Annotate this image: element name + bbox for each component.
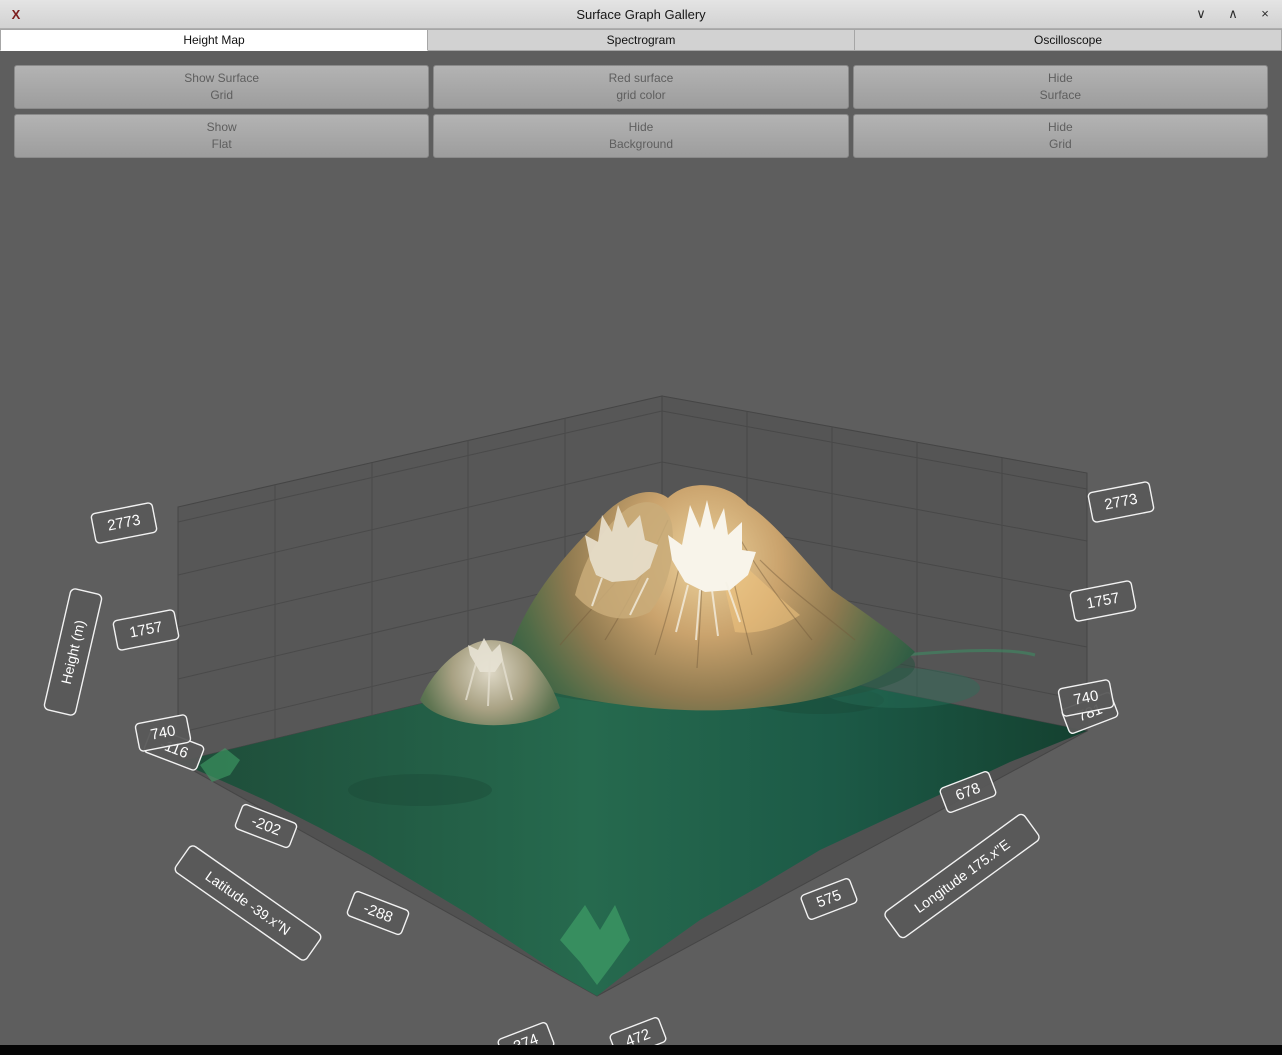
latitude-tick-label: -288: [346, 890, 409, 935]
button-label: Hide: [629, 119, 654, 136]
app-window: Height (m) -116 -202 -288 Latitude -39.x…: [0, 0, 1282, 1055]
button-label: Hide: [1048, 119, 1073, 136]
hide-background-button[interactable]: Hide Background: [433, 114, 848, 158]
titlebar[interactable]: X Surface Graph Gallery ∨ ∧ ×: [0, 0, 1282, 29]
button-label: grid color: [616, 87, 665, 104]
red-surface-grid-color-button[interactable]: Red surface grid color: [433, 65, 848, 109]
longitude-tick-label: 575: [800, 878, 858, 921]
close-icon[interactable]: ×: [1256, 6, 1274, 22]
height-axis-title: Height (m): [43, 588, 102, 716]
window-title: Surface Graph Gallery: [0, 7, 1282, 22]
show-surface-grid-button[interactable]: Show Surface Grid: [14, 65, 429, 109]
height-tick-label: 2773: [91, 502, 158, 543]
tab-bar: Height Map Spectrogram Oscilloscope: [0, 29, 1282, 51]
button-label: Background: [609, 136, 673, 153]
button-label: Show Surface: [184, 70, 259, 87]
button-label: Surface: [1040, 87, 1081, 104]
svg-text:Latitude -39.x"N: Latitude -39.x"N: [202, 868, 293, 938]
button-label: Flat: [212, 136, 232, 153]
height-tick-label: 2773: [1088, 481, 1155, 522]
tab-oscilloscope[interactable]: Oscilloscope: [855, 29, 1282, 51]
button-label: Grid: [210, 87, 233, 104]
hide-surface-button[interactable]: Hide Surface: [853, 65, 1268, 109]
button-label: Red surface: [609, 70, 674, 87]
tab-spectrogram[interactable]: Spectrogram: [428, 29, 855, 51]
latitude-axis-title: Latitude -39.x"N: [173, 844, 322, 962]
bottom-edge-bar: [0, 1045, 1282, 1055]
svg-text:Longitude 175.x"E: Longitude 175.x"E: [911, 836, 1013, 916]
control-button-grid: Show Surface Grid Red surface grid color…: [0, 51, 1282, 158]
maximize-icon[interactable]: ∧: [1224, 6, 1242, 22]
height-tick-label: 1757: [113, 609, 180, 650]
button-label: Grid: [1049, 136, 1072, 153]
hide-grid-button[interactable]: Hide Grid: [853, 114, 1268, 158]
surface-plot-3d[interactable]: Height (m) -116 -202 -288 Latitude -39.x…: [0, 0, 1282, 1055]
longitude-axis-title: Longitude 175.x"E: [883, 813, 1041, 940]
show-flat-button[interactable]: Show Flat: [14, 114, 429, 158]
minimize-icon[interactable]: ∨: [1192, 6, 1210, 22]
tab-height-map[interactable]: Height Map: [0, 29, 428, 51]
button-label: Hide: [1048, 70, 1073, 87]
button-label: Show: [207, 119, 237, 136]
